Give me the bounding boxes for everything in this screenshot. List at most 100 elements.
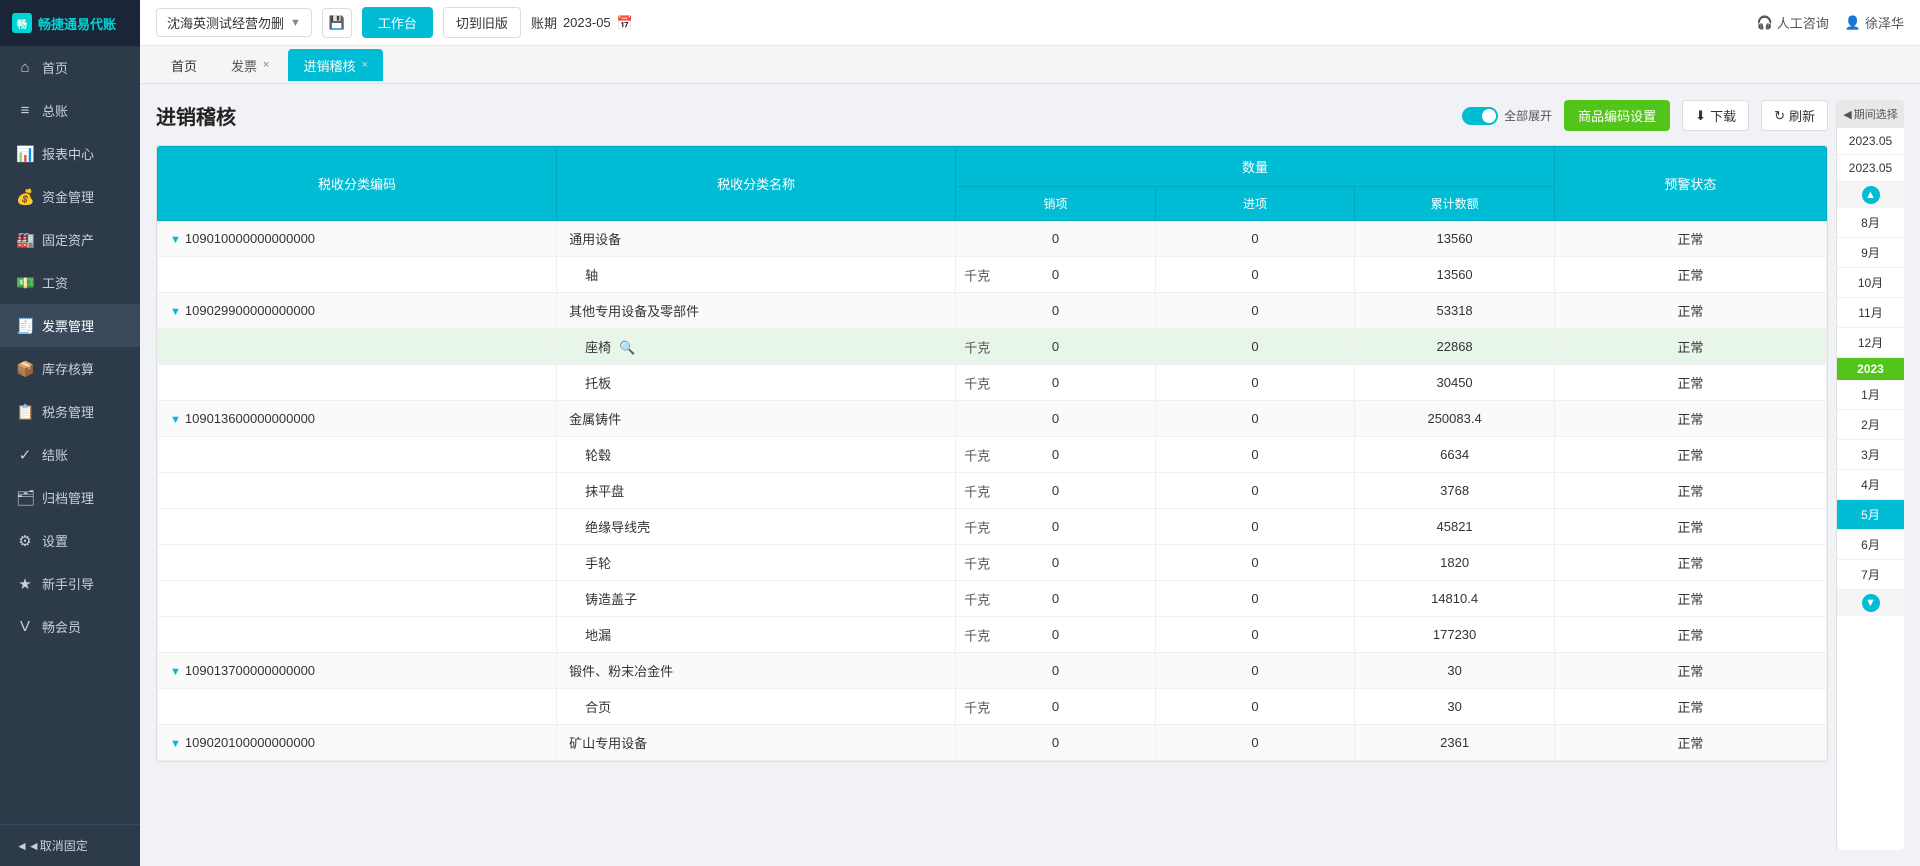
period-item-12[interactable]: 12月 (1837, 328, 1904, 358)
cell-sale: 千克 0 (956, 365, 1156, 401)
expand-icon[interactable]: ▼ (170, 666, 181, 678)
sidebar-item-tax[interactable]: 📋 税务管理 (0, 390, 140, 433)
tab-invoice[interactable]: 发票 × (216, 49, 284, 81)
table-row[interactable]: ▼109010000000000000 通用设备 0 0 13560 正常 (158, 221, 1827, 257)
period-item-2023-05-end[interactable]: 2023.05 (1837, 155, 1904, 182)
period-item-11[interactable]: 11月 (1837, 298, 1904, 328)
table-row[interactable]: 绝缘导线壳 千克 0 0 45821 正常 (158, 509, 1827, 545)
period-item-3[interactable]: 3月 (1837, 440, 1904, 470)
toggle-track[interactable] (1462, 107, 1498, 125)
table-row[interactable]: 合页 千克 0 0 30 正常 (158, 689, 1827, 725)
user-profile[interactable]: 👤 徐泽华 (1845, 13, 1904, 32)
product-code-settings-button[interactable]: 商品编码设置 (1564, 100, 1670, 131)
table-row[interactable]: ▼109013700000000000 锻件、粉末冶金件 0 0 30 正常 (158, 653, 1827, 689)
sidebar-item-funds[interactable]: 💰 资金管理 (0, 175, 140, 218)
expand-icon[interactable]: ▼ (170, 306, 181, 318)
period-item-10[interactable]: 10月 (1837, 268, 1904, 298)
topbar: 沈海英测试经营勿删 ▼ 💾 工作台 切到旧版 账期 2023-05 📅 🎧 人工… (140, 0, 1920, 46)
unpin-button[interactable]: ◄◄取消固定 (0, 824, 140, 866)
calendar-icon[interactable]: 📅 (617, 15, 633, 31)
expand-all-toggle[interactable]: 全部展开 (1462, 107, 1552, 125)
cell-purchase: 0 (1155, 293, 1355, 329)
sidebar-item-home[interactable]: ⌂ 首页 (0, 46, 140, 89)
period-nav-down[interactable]: ▼ (1837, 590, 1904, 616)
service-button[interactable]: 🎧 人工咨询 (1757, 13, 1829, 32)
table-row[interactable]: 手轮 千克 0 0 1820 正常 (158, 545, 1827, 581)
period-item-9[interactable]: 9月 (1837, 238, 1904, 268)
cell-code: ▼109029900000000000 (158, 293, 557, 329)
period-nav-up[interactable]: ▲ (1837, 182, 1904, 208)
period-item-2[interactable]: 2月 (1837, 410, 1904, 440)
refresh-button[interactable]: ↻ 刷新 (1761, 100, 1828, 131)
guide-icon: ★ (16, 575, 34, 593)
company-selector[interactable]: 沈海英测试经营勿删 ▼ (156, 8, 312, 37)
cell-code: ▼109013700000000000 (158, 653, 557, 689)
service-label: 人工咨询 (1777, 13, 1829, 32)
toggle-thumb (1482, 109, 1496, 123)
sidebar-item-inventory[interactable]: 📦 库存核算 (0, 347, 140, 390)
cell-sale: 0 (956, 725, 1156, 761)
workbench-button[interactable]: 工作台 (362, 7, 433, 38)
table-row[interactable]: 轴 千克 0 0 13560 正常 (158, 257, 1827, 293)
cell-name: 托板 (557, 365, 956, 401)
cell-warning: 正常 (1554, 689, 1826, 725)
sidebar-item-member[interactable]: V 畅会员 (0, 605, 140, 648)
tab-home[interactable]: 首页 (156, 49, 212, 81)
refresh-label: 刷新 (1789, 106, 1815, 125)
period-item-5[interactable]: 5月 (1837, 500, 1904, 530)
tab-invoice-close[interactable]: × (263, 59, 269, 71)
table-row[interactable]: 抹平盘 千克 0 0 3768 正常 (158, 473, 1827, 509)
sidebar-item-guide[interactable]: ★ 新手引导 (0, 562, 140, 605)
search-icon[interactable]: 🔍 (619, 340, 635, 355)
table-row[interactable]: ▼109020100000000000 矿山专用设备 0 0 2361 正常 (158, 725, 1827, 761)
sidebar-item-archive[interactable]: 🗂 归档管理 (0, 476, 140, 519)
col-header-tax-name: 税收分类名称 (557, 147, 956, 221)
cell-code (158, 581, 557, 617)
sidebar-item-ledger[interactable]: ≡ 总账 (0, 89, 140, 132)
app-name: 畅捷通易代账 (38, 14, 116, 33)
table-row[interactable]: 托板 千克 0 0 30450 正常 (158, 365, 1827, 401)
period-item-8[interactable]: 8月 (1837, 208, 1904, 238)
tab-check-close[interactable]: × (361, 59, 367, 71)
expand-icon[interactable]: ▼ (170, 414, 181, 426)
cell-warning: 正常 (1554, 509, 1826, 545)
sidebar-item-settings[interactable]: ⚙ 设置 (0, 519, 140, 562)
expand-all-label: 全部展开 (1504, 107, 1552, 124)
expand-icon[interactable]: ▼ (170, 738, 181, 750)
table-row[interactable]: 地漏 千克 0 0 177230 正常 (158, 617, 1827, 653)
save-button[interactable]: 💾 (322, 8, 352, 38)
sidebar-item-assets[interactable]: 🏭 固定资产 (0, 218, 140, 261)
sidebar-item-checkout[interactable]: ✓ 结账 (0, 433, 140, 476)
page-header: 进销稽核 全部展开 商品编码设置 ⬇ 下载 ↻ 刷 (156, 100, 1828, 131)
sidebar-label-ledger: 总账 (42, 101, 68, 120)
table-row[interactable]: ▼109029900000000000 其他专用设备及零部件 0 0 53318… (158, 293, 1827, 329)
table-row[interactable]: ▼109013600000000000 金属铸件 0 0 250083.4 正常 (158, 401, 1827, 437)
sidebar-label-inventory: 库存核算 (42, 359, 94, 378)
download-button[interactable]: ⬇ 下载 (1682, 100, 1749, 131)
table-row[interactable]: 座椅🔍 千克 0 0 22868 正常 (158, 329, 1827, 365)
table-row[interactable]: 轮毂 千克 0 0 6634 正常 (158, 437, 1827, 473)
sidebar-label-settings: 设置 (42, 531, 68, 550)
sidebar-item-salary[interactable]: 💵 工资 (0, 261, 140, 304)
sidebar-item-reports[interactable]: 📊 报表中心 (0, 132, 140, 175)
period-panel-header[interactable]: ◀ 期间选择 (1837, 100, 1904, 128)
cell-code (158, 257, 557, 293)
period-item-1[interactable]: 1月 (1837, 380, 1904, 410)
period-item-6[interactable]: 6月 (1837, 530, 1904, 560)
period-item-2023-05-start[interactable]: 2023.05 (1837, 128, 1904, 155)
table-row[interactable]: 铸造盖子 千克 0 0 14810.4 正常 (158, 581, 1827, 617)
old-version-button[interactable]: 切到旧版 (443, 7, 521, 38)
save-icon: 💾 (329, 15, 345, 31)
chevron-up-icon[interactable]: ▲ (1862, 186, 1880, 204)
expand-icon[interactable]: ▼ (170, 234, 181, 246)
tab-check[interactable]: 进销稽核 × (288, 49, 382, 81)
cell-sale: 千克 0 (956, 257, 1156, 293)
period-item-4[interactable]: 4月 (1837, 470, 1904, 500)
period-item-7[interactable]: 7月 (1837, 560, 1904, 590)
sidebar-item-invoice[interactable]: 🧾 发票管理 (0, 304, 140, 347)
salary-icon: 💵 (16, 274, 34, 292)
chevron-down-icon[interactable]: ▼ (1862, 594, 1880, 612)
archive-icon: 🗂 (16, 489, 34, 507)
topbar-right: 🎧 人工咨询 👤 徐泽华 (1757, 13, 1904, 32)
cell-total: 53318 (1355, 293, 1555, 329)
